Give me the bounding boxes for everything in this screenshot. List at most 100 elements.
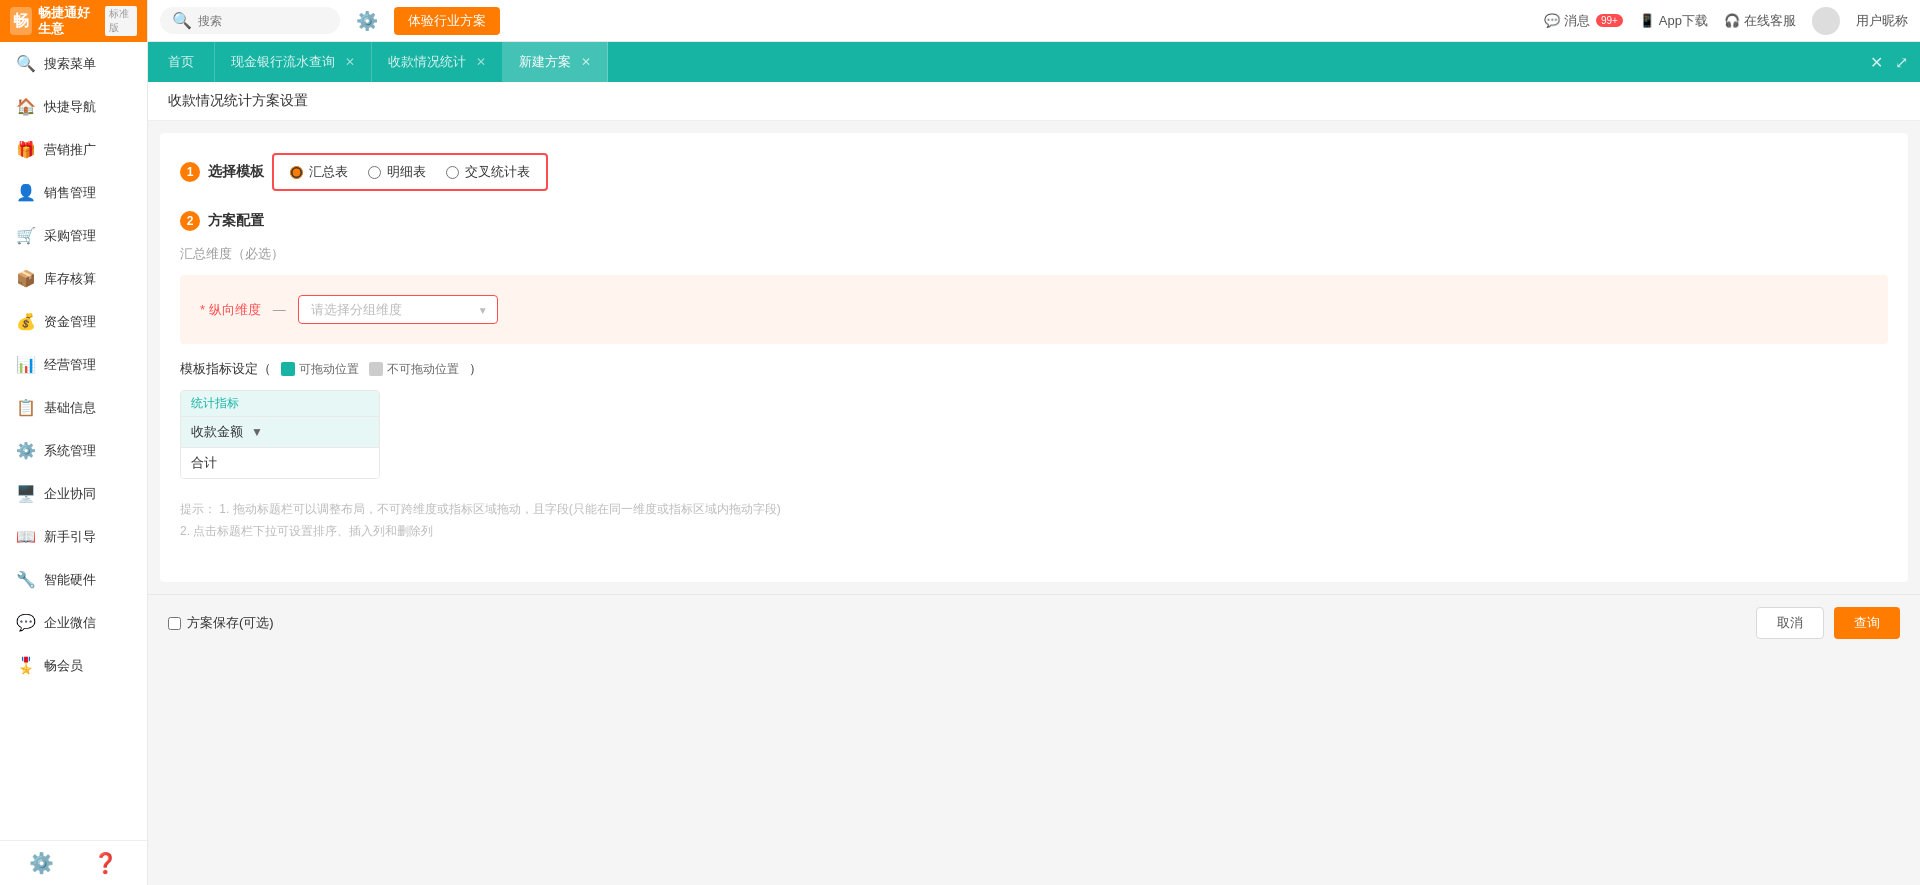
tab-close-new-plan[interactable]: ✕ <box>581 55 591 69</box>
topbar: 🔍 ⚙️ 体验行业方案 💬 消息 99+ 📱 App下载 🎧 在线客服 用户昵称 <box>148 0 1920 42</box>
vertical-dimension-label: * 纵向维度 <box>200 301 261 319</box>
member-icon: 🎖️ <box>16 656 36 675</box>
tab-close-bank-flow[interactable]: ✕ <box>345 55 355 69</box>
logo-icon: 畅 <box>10 7 32 35</box>
indicator-settings-header: 模板指标设定（ 可拖动位置 不可拖动位置 ） <box>180 360 1888 378</box>
dimension-arrow: — <box>273 302 286 317</box>
save-option-label[interactable]: 方案保存(可选) <box>168 614 274 632</box>
sidebar-item-enterprise-wechat[interactable]: 💬 企业微信 <box>0 601 147 644</box>
avatar[interactable] <box>1812 7 1840 35</box>
close-window-icon[interactable]: ✕ <box>1870 53 1883 72</box>
sidebar-item-purchase[interactable]: 🛒 采购管理 <box>0 214 147 257</box>
hint-line2: 2. 点击标题栏下拉可设置排序、插入列和删除列 <box>180 521 1888 543</box>
sidebar-item-system[interactable]: ⚙️ 系统管理 <box>0 429 147 472</box>
step2-section: 2 方案配置 汇总维度（必选） * 纵向维度 — 请选择分组维度 <box>180 211 1888 542</box>
stats-indicator-dropdown[interactable]: ▼ <box>251 425 263 439</box>
content-area: 收款情况统计方案设置 1 选择模板 汇总表 明细表 <box>148 82 1920 885</box>
sidebar-item-finance[interactable]: 💰 资金管理 <box>0 300 147 343</box>
main-card: 1 选择模板 汇总表 明细表 交叉统计表 <box>160 133 1908 582</box>
notification-item[interactable]: 💬 消息 99+ <box>1544 12 1623 30</box>
help-bottom-icon[interactable]: ❓ <box>93 851 118 875</box>
main-area: 🔍 ⚙️ 体验行业方案 💬 消息 99+ 📱 App下载 🎧 在线客服 用户昵称 <box>148 0 1920 885</box>
sidebar-item-quick-nav[interactable]: 🏠 快捷导航 <box>0 85 147 128</box>
sidebar-menu: 🔍 搜索菜单 🏠 快捷导航 🎁 营销推广 👤 销售管理 🛒 采购管理 📦 库存核… <box>0 42 147 840</box>
tab-new-plan[interactable]: 新建方案 ✕ <box>503 42 608 82</box>
page-title-bar: 收款情况统计方案设置 <box>148 82 1920 121</box>
monitor-icon: 🖥️ <box>16 484 36 503</box>
movable-tag: 可拖动位置 <box>281 361 359 378</box>
money-icon: 💰 <box>16 312 36 331</box>
sidebar-item-basic-info[interactable]: 📋 基础信息 <box>0 386 147 429</box>
dimension-select[interactable]: 请选择分组维度 <box>298 295 498 324</box>
online-service-icon: 🎧 <box>1724 13 1740 28</box>
sidebar-item-enterprise-collab[interactable]: 🖥️ 企业协同 <box>0 472 147 515</box>
hint-line1: 提示： 1. 拖动标题栏可以调整布局，不可跨维度或指标区域拖动，且字段(只能在同… <box>180 499 1888 521</box>
list-icon: 📋 <box>16 398 36 417</box>
radio-detail[interactable]: 明细表 <box>368 163 426 181</box>
trial-button[interactable]: 体验行业方案 <box>394 7 500 35</box>
sidebar-item-inventory[interactable]: 📦 库存核算 <box>0 257 147 300</box>
tabbar-right-controls: ✕ ⤢ <box>1858 42 1920 82</box>
sidebar-item-operations[interactable]: 📊 经营管理 <box>0 343 147 386</box>
movable-indicator <box>281 362 295 376</box>
cancel-button[interactable]: 取消 <box>1756 607 1824 639</box>
book-icon: 📖 <box>16 527 36 546</box>
save-checkbox[interactable] <box>168 617 181 630</box>
topbar-right: 💬 消息 99+ 📱 App下载 🎧 在线客服 用户昵称 <box>1544 7 1908 35</box>
user-icon: 👤 <box>16 183 36 202</box>
stats-box: 统计指标 收款金额 ▼ 合计 <box>180 390 380 479</box>
gift-icon: 🎁 <box>16 140 36 159</box>
footer-buttons: 取消 查询 <box>1756 607 1900 639</box>
step2-header: 2 方案配置 <box>180 211 1888 231</box>
radio-summary[interactable]: 汇总表 <box>290 163 348 181</box>
online-service-item[interactable]: 🎧 在线客服 <box>1724 12 1796 30</box>
sidebar-badge: 标准版 <box>105 6 137 36</box>
dimension-section-title: 汇总维度（必选） <box>180 245 1888 263</box>
sidebar-item-member[interactable]: 🎖️ 畅会员 <box>0 644 147 687</box>
fixed-tag: 不可拖动位置 <box>369 361 459 378</box>
tab-bank-flow[interactable]: 现金银行流水查询 ✕ <box>215 42 372 82</box>
radio-crosstab-input[interactable] <box>446 166 459 179</box>
step2-number: 2 <box>180 211 200 231</box>
chart-icon: 📊 <box>16 355 36 374</box>
sidebar-logo: 畅 畅捷通好生意 标准版 <box>0 0 147 42</box>
page-title: 收款情况统计方案设置 <box>168 92 308 108</box>
step2-title: 方案配置 <box>208 212 264 230</box>
search-icon: 🔍 <box>16 54 36 73</box>
dimension-area: * 纵向维度 — 请选择分组维度 <box>180 275 1888 344</box>
radio-summary-input[interactable] <box>290 166 303 179</box>
hints: 提示： 1. 拖动标题栏可以调整布局，不可跨维度或指标区域拖动，且字段(只能在同… <box>180 499 1888 542</box>
app-download-item[interactable]: 📱 App下载 <box>1639 12 1708 30</box>
home-icon: 🏠 <box>16 97 36 116</box>
sidebar-logo-text: 畅捷通好生意 <box>38 5 99 36</box>
tab-payment-stats[interactable]: 收款情况统计 ✕ <box>372 42 503 82</box>
settings-bottom-icon[interactable]: ⚙️ <box>29 851 54 875</box>
topbar-search-container: 🔍 <box>160 7 340 34</box>
query-button[interactable]: 查询 <box>1834 607 1900 639</box>
tabbar: 首页 现金银行流水查询 ✕ 收款情况统计 ✕ 新建方案 ✕ ✕ ⤢ <box>148 42 1920 82</box>
sidebar-item-marketing[interactable]: 🎁 营销推广 <box>0 128 147 171</box>
step1-header: 1 选择模板 汇总表 明细表 交叉统计表 <box>180 153 1888 191</box>
tab-close-payment-stats[interactable]: ✕ <box>476 55 486 69</box>
sidebar-item-smart-hardware[interactable]: 🔧 智能硬件 <box>0 558 147 601</box>
step1-number: 1 <box>180 162 200 182</box>
sidebar-item-search[interactable]: 🔍 搜索菜单 <box>0 42 147 85</box>
tab-home[interactable]: 首页 <box>148 42 215 82</box>
dimension-row: * 纵向维度 — 请选择分组维度 <box>200 295 1868 324</box>
sidebar-item-sales[interactable]: 👤 销售管理 <box>0 171 147 214</box>
sidebar-bottom: ⚙️ ❓ <box>0 840 147 885</box>
radio-detail-input[interactable] <box>368 166 381 179</box>
cart-icon: 🛒 <box>16 226 36 245</box>
sidebar-item-newbie[interactable]: 📖 新手引导 <box>0 515 147 558</box>
radio-crosstab[interactable]: 交叉统计表 <box>446 163 530 181</box>
username: 用户昵称 <box>1856 12 1908 30</box>
hardware-icon: 🔧 <box>16 570 36 589</box>
search-input[interactable] <box>198 14 318 28</box>
stats-total-row: 合计 <box>181 448 379 478</box>
maximize-window-icon[interactable]: ⤢ <box>1895 53 1908 72</box>
stats-box-header: 统计指标 <box>181 391 379 417</box>
box-icon: 📦 <box>16 269 36 288</box>
stats-indicator-name: 收款金额 <box>191 423 243 441</box>
settings-icon[interactable]: ⚙️ <box>356 10 378 32</box>
step1-section: 1 选择模板 汇总表 明细表 交叉统计表 <box>180 153 1888 191</box>
